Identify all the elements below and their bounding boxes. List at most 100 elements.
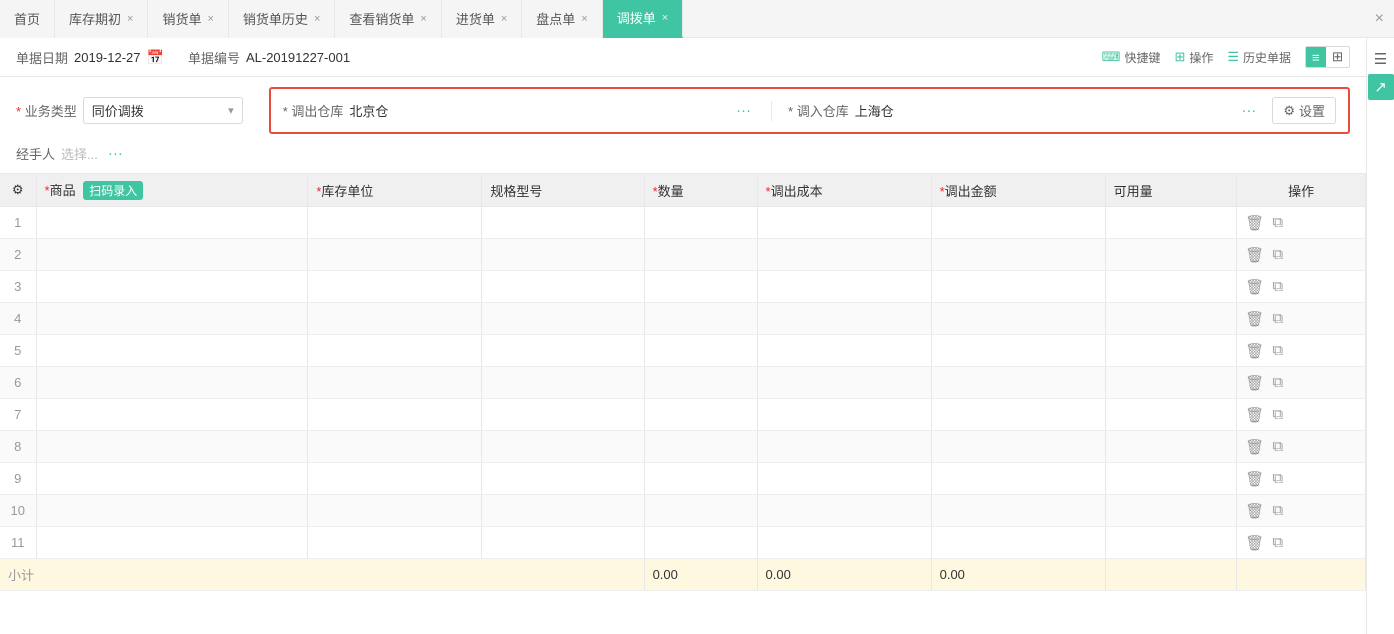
cell-spec[interactable] (482, 303, 644, 335)
view-grid-button[interactable]: ⊞ (1326, 47, 1349, 67)
cell-amount[interactable] (931, 367, 1105, 399)
cell-cost[interactable] (757, 527, 931, 559)
cell-spec[interactable] (482, 463, 644, 495)
cell-cost[interactable] (757, 463, 931, 495)
cell-available[interactable] (1105, 527, 1237, 559)
delete-icon[interactable]: 🗑 (1245, 246, 1264, 264)
view-list-button[interactable]: ≡ (1306, 47, 1326, 67)
delete-icon[interactable]: 🗑 (1245, 534, 1264, 552)
operations-button[interactable]: ⊞ 操作 (1174, 49, 1213, 66)
delete-icon[interactable]: 🗑 (1245, 470, 1264, 488)
cell-unit[interactable] (308, 495, 482, 527)
cell-quantity[interactable] (644, 463, 757, 495)
delete-icon[interactable]: 🗑 (1245, 502, 1264, 520)
tab-sales-order-close[interactable]: × (207, 13, 213, 25)
cell-unit[interactable] (308, 431, 482, 463)
window-close-button[interactable]: × (1375, 10, 1394, 28)
cell-quantity[interactable] (644, 399, 757, 431)
cell-cost[interactable] (757, 335, 931, 367)
cell-amount[interactable] (931, 495, 1105, 527)
copy-icon[interactable]: ⧉ (1272, 310, 1283, 327)
tab-purchase[interactable]: 进货单 × (442, 0, 522, 38)
tab-purchase-close[interactable]: × (501, 13, 507, 25)
cell-available[interactable] (1105, 271, 1237, 303)
tab-sales-history[interactable]: 销货单历史 × (229, 0, 335, 38)
cell-spec[interactable] (482, 431, 644, 463)
cell-available[interactable] (1105, 463, 1237, 495)
cell-unit[interactable] (308, 303, 482, 335)
cell-available[interactable] (1105, 207, 1237, 239)
delete-icon[interactable]: 🗑 (1245, 438, 1264, 456)
delete-icon[interactable]: 🗑 (1245, 214, 1264, 232)
cell-available[interactable] (1105, 335, 1237, 367)
cell-available[interactable] (1105, 303, 1237, 335)
delete-icon[interactable]: 🗑 (1245, 278, 1264, 296)
cell-product[interactable] (36, 495, 308, 527)
cell-cost[interactable] (757, 239, 931, 271)
cell-cost[interactable] (757, 399, 931, 431)
cell-unit[interactable] (308, 207, 482, 239)
cell-amount[interactable] (931, 399, 1105, 431)
warehouse-out-more-button[interactable]: ··· (732, 102, 755, 119)
cell-product[interactable] (36, 463, 308, 495)
cell-cost[interactable] (757, 431, 931, 463)
cell-spec[interactable] (482, 335, 644, 367)
cell-amount[interactable] (931, 527, 1105, 559)
settings-button[interactable]: ⚙ 设置 (1272, 97, 1336, 124)
cell-cost[interactable] (757, 495, 931, 527)
cell-quantity[interactable] (644, 271, 757, 303)
delete-icon[interactable]: 🗑 (1245, 342, 1264, 360)
tab-stocktake[interactable]: 盘点单 × (522, 0, 602, 38)
th-settings[interactable]: ⚙ (0, 174, 36, 207)
copy-icon[interactable]: ⧉ (1272, 502, 1283, 519)
cell-unit[interactable] (308, 335, 482, 367)
business-type-select[interactable]: 同价调拨 ▾ (83, 97, 243, 124)
cell-spec[interactable] (482, 207, 644, 239)
cell-quantity[interactable] (644, 431, 757, 463)
copy-icon[interactable]: ⧉ (1272, 406, 1283, 423)
cell-amount[interactable] (931, 207, 1105, 239)
sidebar-export-icon[interactable]: ↗ (1368, 74, 1394, 100)
cell-available[interactable] (1105, 399, 1237, 431)
cell-product[interactable] (36, 431, 308, 463)
cell-spec[interactable] (482, 271, 644, 303)
cell-product[interactable] (36, 239, 308, 271)
cell-quantity[interactable] (644, 495, 757, 527)
cell-quantity[interactable] (644, 303, 757, 335)
cell-unit[interactable] (308, 239, 482, 271)
copy-icon[interactable]: ⧉ (1272, 246, 1283, 263)
cell-available[interactable] (1105, 431, 1237, 463)
person-more-button[interactable]: ··· (104, 145, 127, 162)
cell-spec[interactable] (482, 527, 644, 559)
cell-quantity[interactable] (644, 367, 757, 399)
copy-icon[interactable]: ⧉ (1272, 374, 1283, 391)
copy-icon[interactable]: ⧉ (1272, 278, 1283, 295)
cell-amount[interactable] (931, 335, 1105, 367)
cell-unit[interactable] (308, 527, 482, 559)
cell-cost[interactable] (757, 271, 931, 303)
cell-unit[interactable] (308, 463, 482, 495)
cell-product[interactable] (36, 527, 308, 559)
delete-icon[interactable]: 🗑 (1245, 374, 1264, 392)
cell-cost[interactable] (757, 207, 931, 239)
cell-available[interactable] (1105, 239, 1237, 271)
cell-cost[interactable] (757, 367, 931, 399)
cell-unit[interactable] (308, 399, 482, 431)
cell-amount[interactable] (931, 463, 1105, 495)
copy-icon[interactable]: ⧉ (1272, 342, 1283, 359)
cell-quantity[interactable] (644, 207, 757, 239)
cell-amount[interactable] (931, 239, 1105, 271)
cell-unit[interactable] (308, 271, 482, 303)
tab-sales-history-close[interactable]: × (314, 13, 320, 25)
cell-quantity[interactable] (644, 335, 757, 367)
tab-inventory-start[interactable]: 库存期初 × (55, 0, 148, 38)
cell-quantity[interactable] (644, 527, 757, 559)
cell-spec[interactable] (482, 239, 644, 271)
cell-spec[interactable] (482, 495, 644, 527)
cell-product[interactable] (36, 399, 308, 431)
cell-product[interactable] (36, 303, 308, 335)
cell-spec[interactable] (482, 367, 644, 399)
copy-icon[interactable]: ⧉ (1272, 214, 1283, 231)
calendar-icon[interactable]: 📅 (147, 49, 164, 66)
sidebar-list-icon[interactable]: ☰ (1368, 46, 1394, 72)
